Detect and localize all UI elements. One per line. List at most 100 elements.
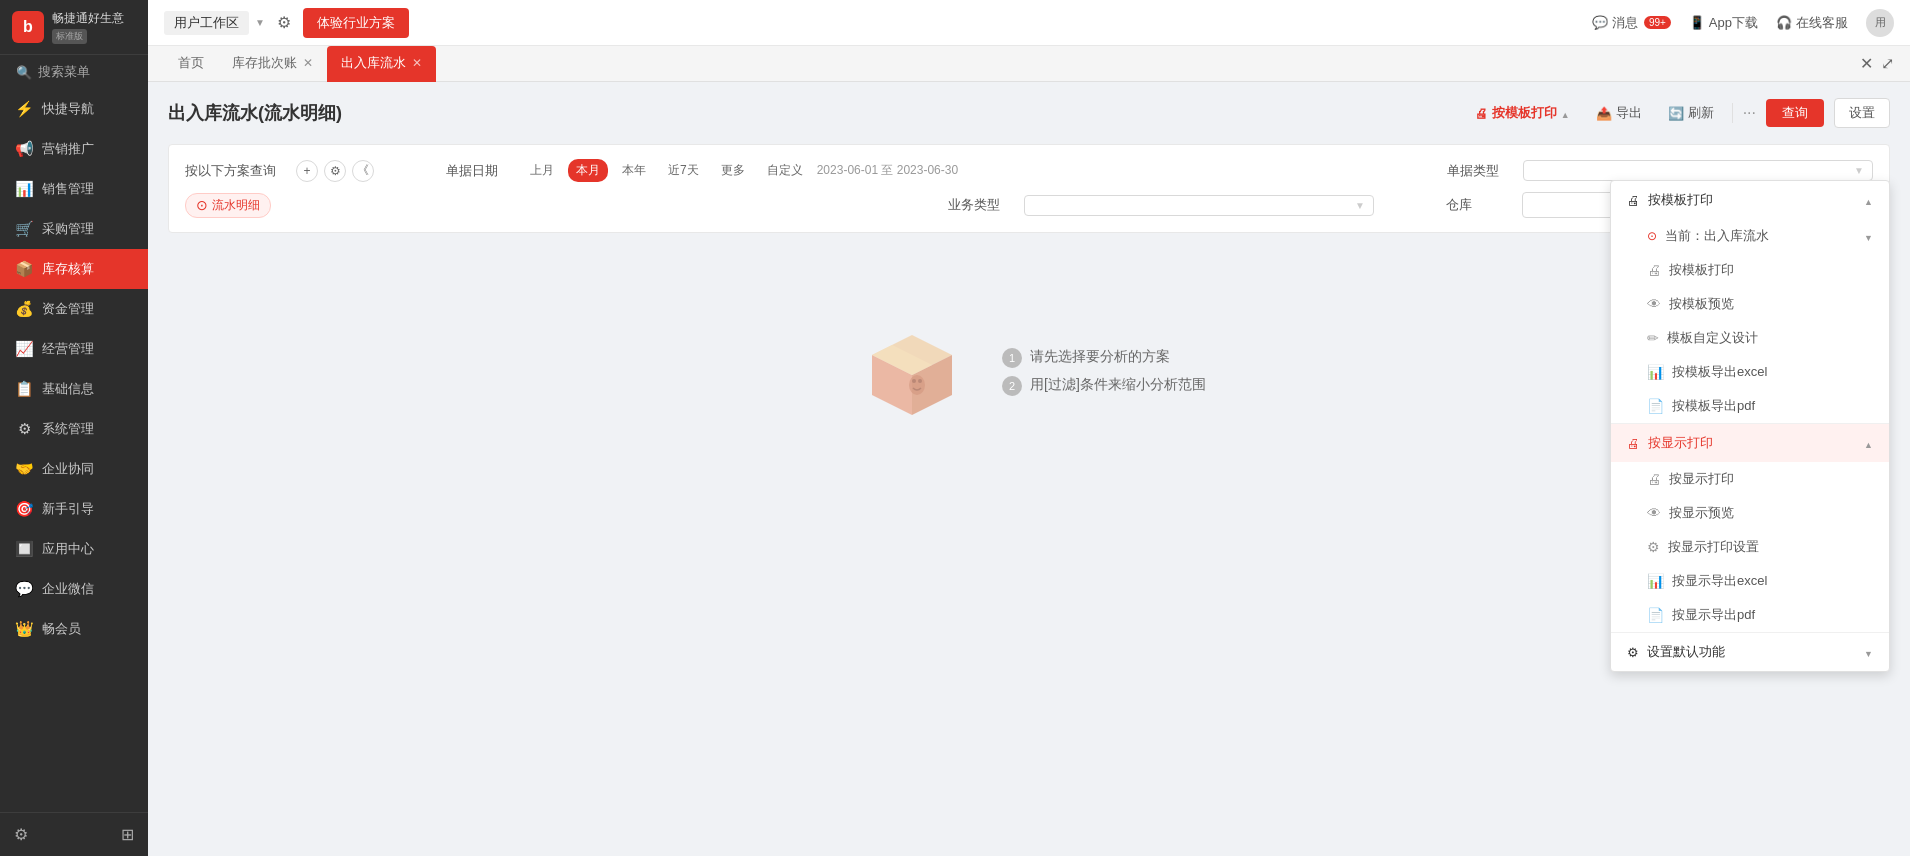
display-print-header[interactable]: 🖨 按显示打印 — [1611, 424, 1889, 462]
close-tab-button[interactable]: ✕ — [1860, 54, 1873, 73]
logo-icon: b — [12, 11, 44, 43]
empty-tip-2: 2 用[过滤]条件来缩小分析范围 — [1002, 376, 1206, 396]
sidebar-item-apps[interactable]: 🔲 应用中心 — [0, 529, 148, 569]
message-item[interactable]: 💬 消息 99+ — [1592, 14, 1671, 32]
empty-svg — [852, 305, 972, 425]
template-export-pdf-label: 按模板导出pdf — [1672, 397, 1755, 415]
sidebar-item-finance[interactable]: 💰 资金管理 — [0, 289, 148, 329]
display-export-excel-icon: 📊 — [1647, 573, 1664, 589]
service-label: 在线客服 — [1796, 14, 1848, 32]
print-template-button[interactable]: 🖨 按模板打印 — [1467, 100, 1578, 126]
user-avatar[interactable]: 用 — [1866, 9, 1894, 37]
template-custom-item[interactable]: ✏ 模板自定义设计 — [1611, 321, 1889, 355]
industry-solution-button[interactable]: 体验行业方案 — [303, 8, 409, 38]
display-print-settings-item[interactable]: ⚙ 按显示打印设置 — [1611, 530, 1889, 564]
dropdown-section-template: 🖨 按模板打印 ⊙ 当前：出入库流水 🖨 按模板打印 👁 按模板预览 — [1611, 181, 1889, 424]
business-type-select[interactable]: ▼ — [1024, 195, 1374, 216]
date-this-year[interactable]: 本年 — [614, 159, 654, 182]
date-this-month[interactable]: 本月 — [568, 159, 608, 182]
display-section-chevron — [1864, 436, 1873, 451]
apps-icon: 🔲 — [14, 539, 34, 559]
sidebar-item-guide[interactable]: 🎯 新手引导 — [0, 489, 148, 529]
date-last-7-days[interactable]: 近7天 — [660, 159, 707, 182]
tab-inventory-batch-label: 库存批次账 — [232, 54, 297, 72]
sidebar-item-inventory[interactable]: 📦 库存核算 — [0, 249, 148, 289]
current-template-item[interactable]: ⊙ 当前：出入库流水 — [1611, 219, 1889, 253]
display-export-pdf-icon: 📄 — [1647, 607, 1664, 623]
sidebar-item-system[interactable]: ⚙ 系统管理 — [0, 409, 148, 449]
sidebar-item-member[interactable]: 👑 畅会员 — [0, 609, 148, 649]
svg-point-6 — [918, 379, 922, 383]
template-preview-icon: 👁 — [1647, 296, 1661, 312]
default-func-header[interactable]: ⚙ 设置默认功能 — [1611, 633, 1889, 671]
template-print-item[interactable]: 🖨 按模板打印 — [1611, 253, 1889, 287]
sidebar-item-marketing[interactable]: 📢 营销推广 — [0, 129, 148, 169]
tab-warehouse-flow[interactable]: 出入库流水 ✕ — [327, 46, 436, 82]
collapse-filter-button[interactable]: 《 — [352, 160, 374, 182]
sidebar-item-sales[interactable]: 📊 销售管理 — [0, 169, 148, 209]
sidebar-item-quick-nav[interactable]: ⚡ 快捷导航 — [0, 89, 148, 129]
tab-inventory-batch[interactable]: 库存批次账 ✕ — [218, 46, 327, 82]
add-filter-button[interactable]: + — [296, 160, 318, 182]
search-icon: 🔍 — [16, 65, 32, 80]
tab-inventory-batch-close[interactable]: ✕ — [303, 56, 313, 70]
finance-icon: 💰 — [14, 299, 34, 319]
sidebar-item-operations[interactable]: 📈 经营管理 — [0, 329, 148, 369]
display-export-pdf-item[interactable]: 📄 按显示导出pdf — [1611, 598, 1889, 632]
tab-home[interactable]: 首页 — [164, 46, 218, 82]
date-custom[interactable]: 自定义 — [759, 159, 811, 182]
tab-warehouse-flow-close[interactable]: ✕ — [412, 56, 422, 70]
sidebar-logo: b 畅捷通好生意 标准版 — [0, 0, 148, 55]
expand-tab-button[interactable]: ⤢ — [1881, 54, 1894, 73]
workspace-selector[interactable]: 用户工作区 ▼ — [164, 11, 265, 35]
refresh-button[interactable]: 🔄 刷新 — [1660, 100, 1722, 126]
filter-tag-label: 流水明细 — [212, 197, 260, 214]
export-button[interactable]: 📤 导出 — [1588, 100, 1650, 126]
collapse-sidebar-icon[interactable]: ⊞ — [121, 825, 134, 844]
guide-icon: 🎯 — [14, 499, 34, 519]
display-print-settings-icon: ⚙ — [1647, 539, 1660, 555]
template-export-excel-item[interactable]: 📊 按模板导出excel — [1611, 355, 1889, 389]
marketing-icon: 📢 — [14, 139, 34, 159]
date-more[interactable]: 更多 — [713, 159, 753, 182]
filter-settings-button[interactable]: ⚙ — [324, 160, 346, 182]
operations-icon: 📈 — [14, 339, 34, 359]
filter-row-1: 按以下方案查询 + ⚙ 《 单据日期 上月 本月 本年 近7天 更多 自定义 — [185, 159, 1873, 182]
svg-point-4 — [909, 375, 925, 395]
service-item[interactable]: 🎧 在线客服 — [1776, 14, 1848, 32]
apps-label: 应用中心 — [42, 540, 134, 558]
user-name: 用 — [1875, 15, 1886, 30]
settings-button[interactable]: 设置 — [1834, 98, 1890, 128]
display-preview-item[interactable]: 👁 按显示预览 — [1611, 496, 1889, 530]
app-label: App下载 — [1709, 14, 1758, 32]
template-print-sub-label: 按模板打印 — [1669, 261, 1734, 279]
chevron-down-icon2: ▼ — [1355, 200, 1365, 211]
template-preview-item[interactable]: 👁 按模板预览 — [1611, 287, 1889, 321]
display-export-excel-item[interactable]: 📊 按显示导出excel — [1611, 564, 1889, 598]
sidebar-item-purchase[interactable]: 🛒 采购管理 — [0, 209, 148, 249]
filter-tag: ⊙ 流水明细 — [185, 193, 271, 218]
search-menu[interactable]: 🔍 搜索菜单 — [0, 55, 148, 89]
topbar-settings-icon[interactable]: ⚙ — [277, 13, 291, 32]
display-print-sub-icon: 🖨 — [1647, 471, 1661, 487]
filter-action-buttons: + ⚙ 《 — [296, 160, 374, 182]
sidebar-item-cooperation[interactable]: 🤝 企业协同 — [0, 449, 148, 489]
display-print-item[interactable]: 🖨 按显示打印 — [1611, 462, 1889, 496]
voucher-type-select[interactable]: ▼ — [1523, 160, 1873, 181]
sidebar-item-weixin[interactable]: 💬 企业微信 — [0, 569, 148, 609]
app-icon: 📱 — [1689, 15, 1705, 30]
app-download-item[interactable]: 📱 App下载 — [1689, 14, 1758, 32]
template-print-label: 按模板打印 — [1648, 191, 1713, 209]
finance-label: 资金管理 — [42, 300, 134, 318]
empty-illustration — [852, 305, 972, 446]
query-button[interactable]: 查询 — [1766, 99, 1824, 127]
sidebar-item-basic[interactable]: 📋 基础信息 — [0, 369, 148, 409]
sidebar-bottom: ⚙ ⊞ — [0, 812, 148, 856]
settings-bottom-icon[interactable]: ⚙ — [14, 825, 28, 844]
template-export-pdf-item[interactable]: 📄 按模板导出pdf — [1611, 389, 1889, 423]
more-dots[interactable]: ··· — [1743, 104, 1756, 122]
print-label: 按模板打印 — [1492, 104, 1557, 122]
sidebar-nav: ⚡ 快捷导航 📢 营销推广 📊 销售管理 🛒 采购管理 📦 库存核算 💰 资金管… — [0, 89, 148, 812]
template-print-header[interactable]: 🖨 按模板打印 — [1611, 181, 1889, 219]
date-last-month[interactable]: 上月 — [522, 159, 562, 182]
